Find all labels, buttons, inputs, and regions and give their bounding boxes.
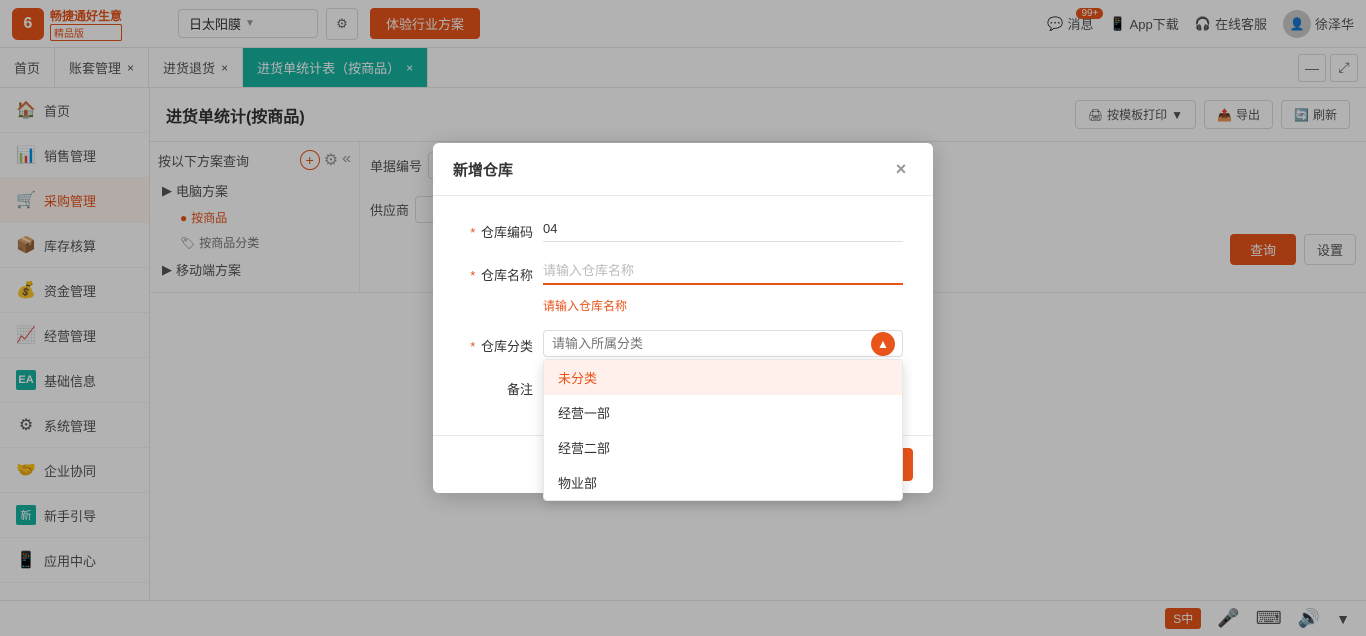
category-dropdown: 未分类 经营一部 经营二部 物业部 (543, 359, 903, 501)
category-input[interactable] (543, 330, 903, 357)
name-label: * 仓库名称 (463, 259, 533, 284)
category-label: * 仓库分类 (463, 330, 533, 355)
new-warehouse-modal: 新增仓库 × * 仓库编码 * 仓库名称 (433, 143, 933, 493)
note-label-text: 备注 (507, 382, 533, 397)
modal-overlay[interactable]: 新增仓库 × * 仓库编码 * 仓库名称 (0, 0, 1366, 636)
modal-header: 新增仓库 × (433, 143, 933, 196)
modal-body: * 仓库编码 * 仓库名称 请输入仓库名称 * (433, 196, 933, 435)
name-required-mark: * (470, 268, 475, 283)
category-form-row: * 仓库分类 ▲ 未分类 经营一部 经营二部 物业部 (463, 330, 903, 357)
note-label: 备注 (463, 373, 533, 398)
name-form-row: * 仓库名称 请输入仓库名称 (463, 258, 903, 314)
code-required-mark: * (470, 225, 475, 240)
dropdown-item-uncategorized[interactable]: 未分类 (544, 360, 902, 395)
code-label: * 仓库编码 (463, 216, 533, 241)
modal-title: 新增仓库 (453, 159, 513, 180)
code-label-text: 仓库编码 (481, 225, 533, 240)
dropdown-item-dept3[interactable]: 物业部 (544, 465, 902, 500)
name-input[interactable] (543, 258, 903, 285)
category-dropdown-arrow[interactable]: ▲ (871, 332, 895, 356)
dropdown-item-dept2[interactable]: 经营二部 (544, 430, 902, 465)
category-select-wrapper: ▲ 未分类 经营一部 经营二部 物业部 (543, 330, 903, 357)
modal-close-button[interactable]: × (889, 157, 913, 181)
category-required-mark: * (470, 339, 475, 354)
name-label-text: 仓库名称 (481, 268, 533, 283)
code-input[interactable] (543, 216, 903, 242)
name-error-msg: 请输入仓库名称 (543, 297, 627, 314)
dropdown-item-dept1[interactable]: 经营一部 (544, 395, 902, 430)
name-input-row: * 仓库名称 (463, 258, 903, 285)
code-form-row: * 仓库编码 (463, 216, 903, 242)
category-label-text: 仓库分类 (481, 339, 533, 354)
